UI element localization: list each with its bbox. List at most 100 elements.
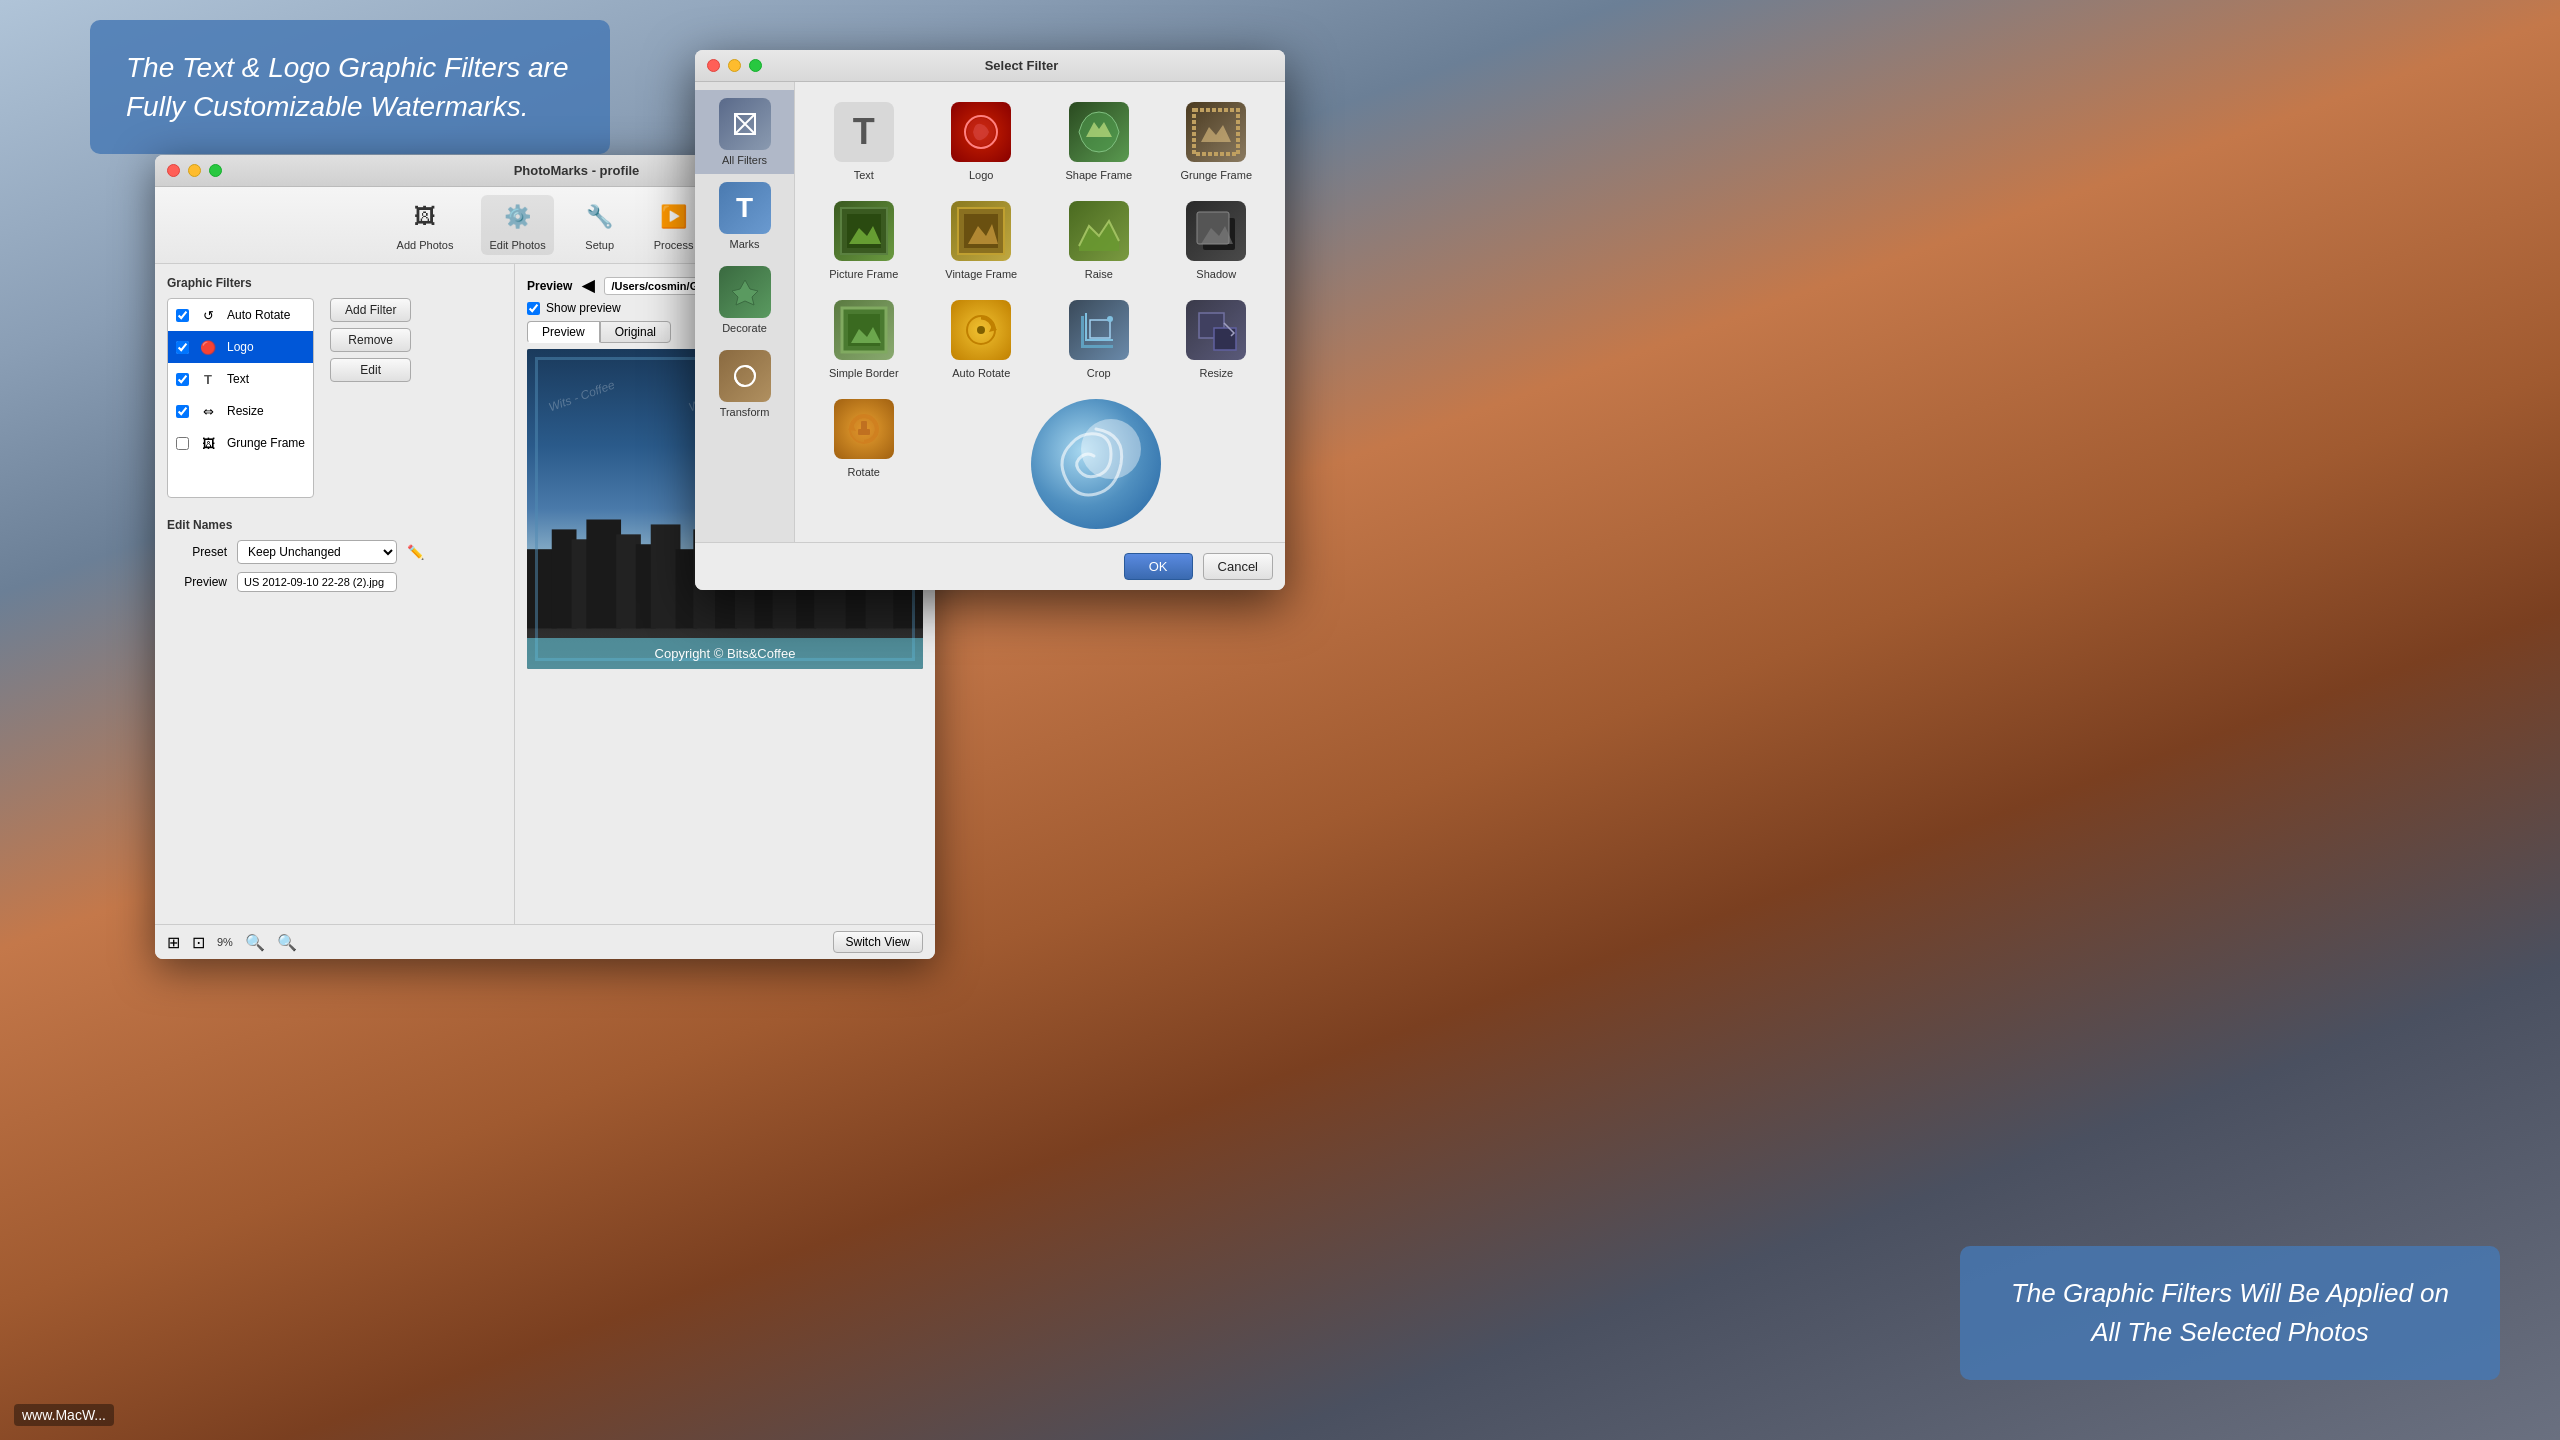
- raise-thumb: [1069, 201, 1129, 261]
- cancel-button[interactable]: Cancel: [1203, 553, 1273, 580]
- logo-label: Logo: [969, 169, 993, 181]
- filters-section: ↺ Auto Rotate 🔴 Logo T Text: [167, 298, 502, 506]
- add-photos-label: Add Photos: [397, 239, 454, 251]
- rotate-label: Rotate: [848, 466, 880, 478]
- grid-item-crop[interactable]: Crop: [1042, 292, 1156, 387]
- filter-auto-rotate-label: Auto Rotate: [227, 308, 290, 322]
- preview-title: Preview: [527, 279, 572, 293]
- grunge-frame-thumb: [1186, 102, 1246, 162]
- minimize-button[interactable]: [188, 164, 201, 177]
- toolbar-edit-photos[interactable]: ⚙️ Edit Photos: [481, 195, 553, 255]
- grid-item-simple-border[interactable]: Simple Border: [807, 292, 921, 387]
- preset-select[interactable]: Keep Unchanged: [237, 540, 397, 564]
- site-label: www.MacW...: [14, 1404, 114, 1426]
- dialog-titlebar: Select Filter: [695, 50, 1285, 82]
- text-label: Text: [854, 169, 874, 181]
- resize-thumb: [1186, 300, 1246, 360]
- switch-view-button[interactable]: Switch View: [833, 931, 923, 953]
- grid-item-logo[interactable]: Logo: [925, 94, 1039, 189]
- grid-item-vintage-frame[interactable]: Vintage Frame: [925, 193, 1039, 288]
- filter-list[interactable]: ↺ Auto Rotate 🔴 Logo T Text: [167, 298, 314, 498]
- grid-item-rotate[interactable]: Rotate: [807, 391, 921, 537]
- filter-grunge-frame[interactable]: 🖼 Grunge Frame: [168, 427, 313, 459]
- bottom-right-banner: The Graphic Filters Will Be Applied on A…: [1960, 1246, 2500, 1380]
- simple-border-thumb: [834, 300, 894, 360]
- preset-edit-button[interactable]: ✏️: [407, 544, 424, 560]
- rotate-thumb: [834, 399, 894, 459]
- marks-icon: T: [719, 182, 771, 234]
- grid-item-picture-frame[interactable]: Picture Frame: [807, 193, 921, 288]
- sidebar-item-all-filters[interactable]: All Filters: [695, 90, 794, 174]
- filter-text[interactable]: T Text: [168, 363, 313, 395]
- add-filter-button[interactable]: Add Filter: [330, 298, 411, 322]
- back-arrow[interactable]: ◀: [582, 276, 594, 295]
- tab-preview[interactable]: Preview: [527, 321, 600, 343]
- svg-point-31: [977, 326, 985, 334]
- show-preview-label: Show preview: [546, 301, 621, 315]
- grid-item-raise[interactable]: Raise: [1042, 193, 1156, 288]
- grid-item-text[interactable]: T Text: [807, 94, 921, 189]
- sidebar-item-marks[interactable]: T Marks: [695, 174, 794, 258]
- shape-frame-thumb: [1069, 102, 1129, 162]
- filter-logo[interactable]: 🔴 Logo: [168, 331, 313, 363]
- top-left-banner-text: The Text & Logo Graphic Filters are Full…: [126, 52, 569, 122]
- grid-item-shape-frame[interactable]: Shape Frame: [1042, 94, 1156, 189]
- filter-buttons: Add Filter Remove Edit: [330, 298, 411, 506]
- sidebar-item-decorate[interactable]: Decorate: [695, 258, 794, 342]
- swirl-decoration: [1031, 399, 1161, 529]
- zoom-fill-button[interactable]: ⊡: [192, 933, 205, 952]
- filter-resize[interactable]: ⇔ Resize: [168, 395, 313, 427]
- auto-rotate-thumb: [951, 300, 1011, 360]
- filter-resize-checkbox[interactable]: [176, 405, 189, 418]
- zoom-level: 9%: [217, 936, 233, 948]
- zoom-out-button[interactable]: 🔍: [277, 933, 297, 952]
- text-filter-icon: T: [197, 368, 219, 390]
- dialog-body: All Filters T Marks Decorate: [695, 82, 1285, 542]
- all-filters-label: All Filters: [722, 154, 767, 166]
- zoom-button[interactable]: [209, 164, 222, 177]
- zoom-in-button[interactable]: 🔍: [245, 933, 265, 952]
- dialog-title: Select Filter: [770, 58, 1273, 73]
- filter-auto-rotate[interactable]: ↺ Auto Rotate: [168, 299, 313, 331]
- filter-grunge-label: Grunge Frame: [227, 436, 305, 450]
- toolbar-add-photos[interactable]: 🖼 Add Photos: [389, 195, 462, 255]
- shadow-label: Shadow: [1196, 268, 1236, 280]
- dialog-minimize-button[interactable]: [728, 59, 741, 72]
- edit-names-section: Edit Names Preset Keep Unchanged ✏️ Prev…: [167, 518, 502, 592]
- filter-logo-checkbox[interactable]: [176, 341, 189, 354]
- resize-label: Resize: [1199, 367, 1233, 379]
- dialog-close-button[interactable]: [707, 59, 720, 72]
- grid-item-swirl-decoration: [925, 391, 1274, 537]
- edit-button[interactable]: Edit: [330, 358, 411, 382]
- grid-item-auto-rotate[interactable]: Auto Rotate: [925, 292, 1039, 387]
- setup-icon: 🔧: [582, 199, 618, 235]
- preset-label: Preset: [167, 545, 227, 559]
- dialog-zoom-button[interactable]: [749, 59, 762, 72]
- remove-button[interactable]: Remove: [330, 328, 411, 352]
- zoom-fit-button[interactable]: ⊞: [167, 933, 180, 952]
- left-panel: Graphic Filters ↺ Auto Rotate 🔴 Logo: [155, 264, 515, 924]
- preview-filename-input[interactable]: [237, 572, 397, 592]
- filter-auto-rotate-checkbox[interactable]: [176, 309, 189, 322]
- ok-button[interactable]: OK: [1124, 553, 1193, 580]
- toolbar-setup[interactable]: 🔧 Setup: [574, 195, 626, 255]
- filter-grunge-checkbox[interactable]: [176, 437, 189, 450]
- close-button[interactable]: [167, 164, 180, 177]
- tab-original[interactable]: Original: [600, 321, 671, 343]
- add-photos-icon: 🖼: [407, 199, 443, 235]
- vintage-frame-label: Vintage Frame: [945, 268, 1017, 280]
- filter-text-checkbox[interactable]: [176, 373, 189, 386]
- sidebar-item-transform[interactable]: Transform: [695, 342, 794, 426]
- top-left-banner: The Text & Logo Graphic Filters are Full…: [90, 20, 610, 154]
- toolbar-process[interactable]: ▶️ Process: [646, 195, 702, 255]
- text-thumb: T: [834, 102, 894, 162]
- dialog-footer: OK Cancel: [695, 542, 1285, 590]
- resize-icon: ⇔: [197, 400, 219, 422]
- transform-icon: [719, 350, 771, 402]
- grid-item-shadow[interactable]: Shadow: [1160, 193, 1274, 288]
- grid-item-resize[interactable]: Resize: [1160, 292, 1274, 387]
- preview-filename-row: Preview: [167, 572, 502, 592]
- shape-frame-label: Shape Frame: [1065, 169, 1132, 181]
- show-preview-checkbox[interactable]: [527, 302, 540, 315]
- grid-item-grunge-frame[interactable]: Grunge Frame: [1160, 94, 1274, 189]
